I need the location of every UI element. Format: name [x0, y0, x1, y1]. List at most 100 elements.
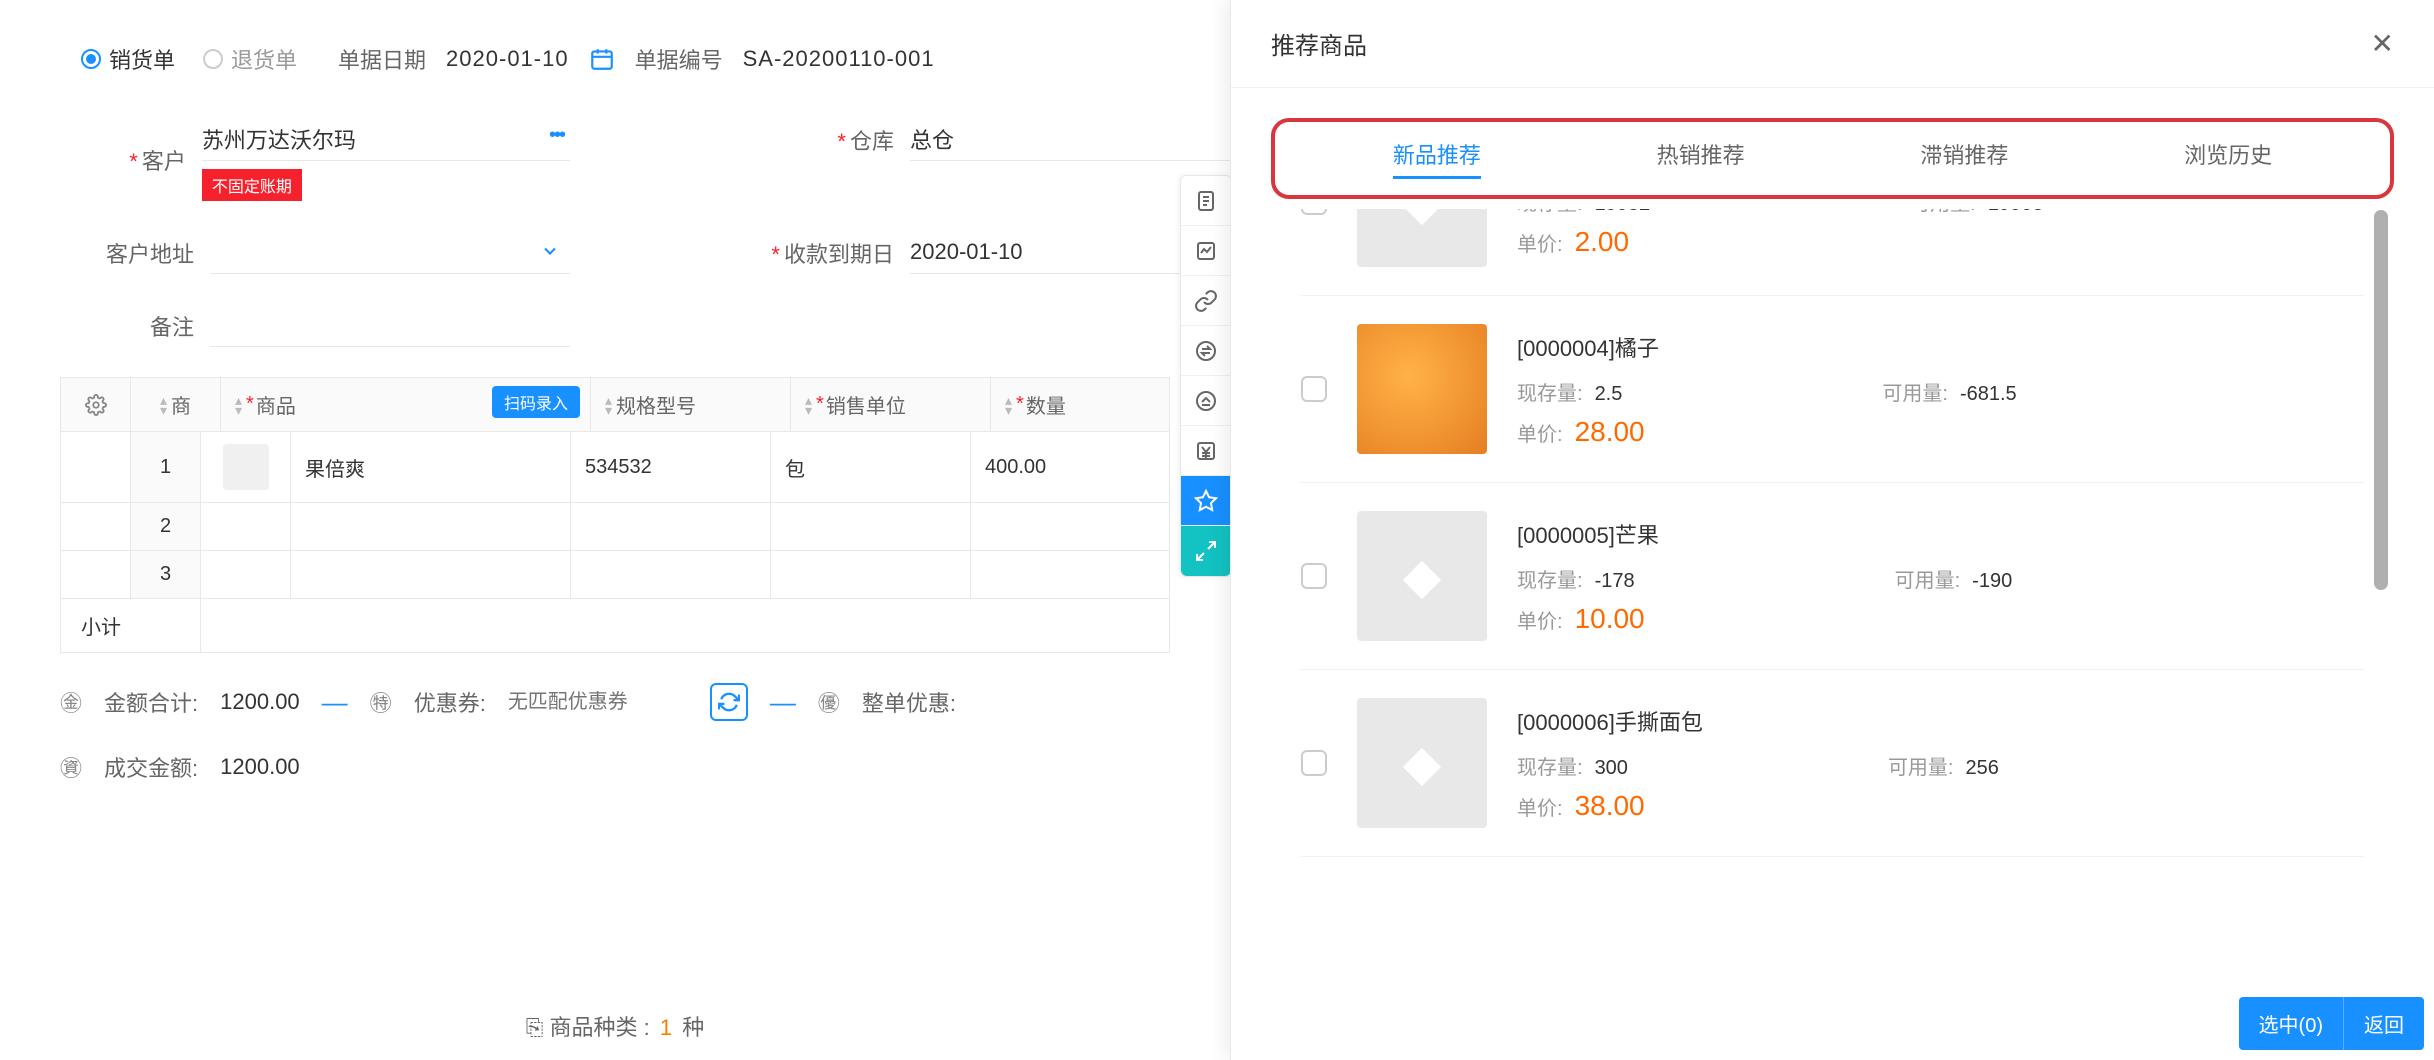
order-header: 销货单 退货单 单据日期 2020-01-10 单据编号 SA-20200110…	[60, 20, 1170, 98]
order-type-tabs: 销货单 退货单	[60, 30, 318, 88]
customer-address-label: 客户地址	[106, 242, 194, 267]
scan-input-button[interactable]: 扫码录入	[492, 386, 580, 418]
list-item[interactable]: ◆ [0000006]手撕面包 现存量:300 可用量:256 单价:38.00	[1301, 670, 2364, 857]
toolbar-money-button[interactable]	[1181, 426, 1231, 476]
tab-sales-label: 销货单	[109, 43, 175, 75]
doc-date-field[interactable]: 单据日期 2020-01-10	[338, 43, 615, 75]
col-image[interactable]: ▴▾商	[131, 378, 221, 431]
toolbar-expand-button[interactable]	[1181, 526, 1231, 576]
recommend-panel: 推荐商品 ✕ 新品推荐 热销推荐 滞销推荐 浏览历史 ◆ 250ml 现存量:1…	[1230, 0, 2434, 1060]
customer-address-field: 客户地址	[60, 231, 570, 274]
stock-label: 现存量:	[1517, 383, 1583, 405]
col-image-label: 商	[171, 390, 191, 419]
recommend-panel-title: 推荐商品	[1271, 26, 1367, 61]
avail-label: 可用量:	[1888, 757, 1954, 779]
line-items-table: ▴▾商 ▴▾*商品 扫码录入 ▴▾规格型号 ▴▾*销售单位 ▴▾*数量 1 果倍…	[60, 377, 1170, 653]
summary-row-2: ㊮ 成交金额: 1200.00	[60, 751, 1170, 783]
form-row-2: 客户地址 *收款到期日	[60, 231, 1170, 274]
deal-value: 1200.00	[220, 754, 300, 780]
recommend-panel-header: 推荐商品 ✕	[1231, 0, 2434, 88]
item-thumb-placeholder: ◆	[1357, 511, 1487, 641]
col-qty[interactable]: ▴▾*数量	[991, 378, 1131, 431]
warehouse-input[interactable]	[910, 118, 1270, 161]
coupon-icon: ㊕	[370, 686, 392, 718]
tab-browse-history[interactable]: 浏览历史	[2184, 138, 2272, 179]
customer-field: *客户 ••• 不固定账期	[60, 118, 570, 201]
stock-value: -178	[1595, 570, 1635, 592]
price-label: 单价:	[1517, 611, 1563, 633]
price-label: 单价:	[1517, 798, 1563, 820]
doc-no-label: 单据编号	[635, 43, 723, 75]
col-spec[interactable]: ▴▾规格型号	[591, 378, 791, 431]
list-item[interactable]: ◆ 250ml 现存量:19952 可用量:19903 单价:2.00	[1301, 209, 2364, 296]
remark-input[interactable]	[210, 304, 570, 347]
item-checkbox[interactable]	[1301, 376, 1327, 402]
tab-slow-recommend[interactable]: 滞销推荐	[1920, 138, 2008, 179]
subtotal-label: 小计	[61, 599, 201, 652]
tab-return-order[interactable]: 退货单	[203, 43, 297, 75]
tab-hot-recommend[interactable]: 热销推荐	[1657, 138, 1745, 179]
minus-icon: —	[770, 687, 796, 718]
table-row[interactable]: 3	[61, 551, 1169, 599]
recommend-list[interactable]: ◆ 250ml 现存量:19952 可用量:19903 单价:2.00 [000…	[1231, 209, 2434, 959]
item-name: [0000006]手撕面包	[1517, 705, 2364, 737]
table-row[interactable]: 1 果倍爽 534532 包 400.00	[61, 432, 1169, 503]
minus-icon: —	[322, 687, 348, 718]
price-value: 38.00	[1575, 790, 1645, 821]
ellipsis-icon[interactable]: •••	[549, 124, 564, 147]
row-spec[interactable]: 534532	[571, 432, 771, 502]
deal-icon: ㊮	[60, 751, 82, 783]
product-thumb	[223, 444, 269, 490]
item-checkbox[interactable]	[1301, 563, 1327, 589]
settings-column[interactable]	[61, 378, 131, 431]
recommend-tabs-highlight: 新品推荐 热销推荐 滞销推荐 浏览历史	[1231, 88, 2434, 209]
radio-return-icon	[203, 49, 223, 69]
col-product-label: 商品	[256, 390, 296, 419]
remark-field: 备注	[60, 304, 570, 347]
back-button[interactable]: 返回	[2344, 997, 2424, 1050]
row-unit[interactable]: 包	[771, 432, 971, 502]
recommend-panel-footer: 选中(0) 返回	[2239, 997, 2424, 1050]
form-row-1: *客户 ••• 不固定账期 *仓库	[60, 118, 1170, 201]
customer-label: 客户	[142, 149, 186, 174]
toolbar-notes-button[interactable]	[1181, 176, 1231, 226]
row-qty[interactable]: 400.00	[971, 432, 1111, 502]
tab-sales-order[interactable]: 销货单	[81, 43, 175, 75]
tab-new-recommend[interactable]: 新品推荐	[1393, 138, 1481, 179]
stock-label: 现存量:	[1517, 570, 1583, 592]
toolbar-link-button[interactable]	[1181, 276, 1231, 326]
stock-value: 19952	[1595, 209, 1651, 215]
row-product-name[interactable]: 果倍爽	[291, 432, 571, 502]
scrollbar[interactable]	[2374, 210, 2388, 590]
close-icon[interactable]: ✕	[2371, 27, 2394, 60]
row-index: 1	[131, 432, 201, 502]
item-checkbox[interactable]	[1301, 209, 1327, 215]
avail-value: -681.5	[1960, 383, 2017, 405]
toolbar-transfer-button[interactable]	[1181, 326, 1231, 376]
price-value: 2.00	[1575, 226, 1630, 257]
customer-input[interactable]	[202, 118, 570, 161]
price-value: 28.00	[1575, 416, 1645, 447]
discount-icon: ㊝	[818, 686, 840, 718]
list-item[interactable]: ◆ [0000005]芒果 现存量:-178 可用量:-190 单价:10.00	[1301, 483, 2364, 670]
coupon-input[interactable]	[508, 691, 688, 714]
avail-value: -190	[1972, 570, 2012, 592]
col-unit[interactable]: ▴▾*销售单位	[791, 378, 991, 431]
selected-count-button[interactable]: 选中(0)	[2239, 997, 2344, 1050]
toolbar-reject-button[interactable]	[1181, 376, 1231, 426]
col-spec-label: 规格型号	[616, 390, 696, 419]
table-row[interactable]: 2	[61, 503, 1169, 551]
chevron-down-icon[interactable]	[540, 241, 560, 264]
stock-value: 2.5	[1595, 383, 1623, 405]
customer-address-input[interactable]	[210, 231, 570, 274]
doc-date-label: 单据日期	[338, 43, 426, 75]
toolbar-chart-button[interactable]	[1181, 226, 1231, 276]
list-item[interactable]: [0000004]橘子 现存量:2.5 可用量:-681.5 单价:28.00	[1301, 296, 2364, 483]
col-product[interactable]: ▴▾*商品 扫码录入	[221, 378, 591, 431]
refresh-coupon-button[interactable]	[710, 683, 748, 721]
deal-label: 成交金额:	[104, 751, 198, 783]
item-checkbox[interactable]	[1301, 750, 1327, 776]
avail-value: 19903	[1988, 209, 2044, 215]
toolbar-favorite-button[interactable]	[1181, 476, 1231, 526]
item-thumb-placeholder: ◆	[1357, 209, 1487, 267]
